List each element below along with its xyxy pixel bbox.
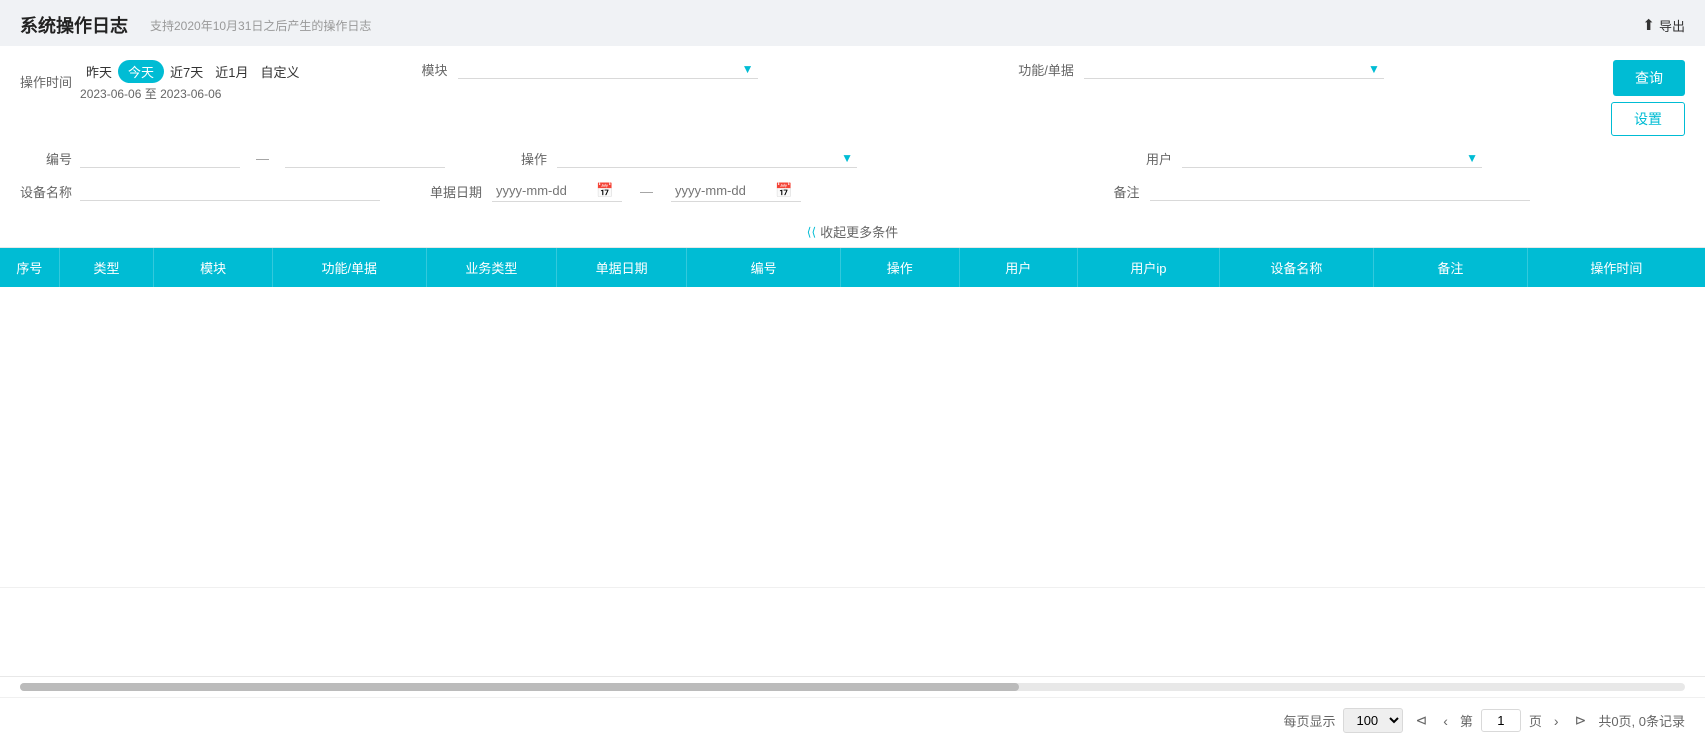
device-input[interactable]	[80, 181, 380, 201]
data-table: 序号 类型 模块 功能/单据 业务类型 单据日期 编号 操作 用户 用户ip 设…	[0, 248, 1705, 588]
page-subtitle: 支持2020年10月31日之后产生的操作日志	[150, 17, 371, 34]
date-to-wrap: 📅	[671, 180, 801, 202]
col-code: 编号	[687, 248, 841, 287]
func-filter: 功能/单据 ▼	[1018, 60, 1581, 79]
col-type: 类型	[59, 248, 154, 287]
pagination-area: 每页显示 100 50 200 ⊲ ‹ 第 页 › ⊳ 共0页, 0条记录	[0, 697, 1705, 743]
operation-arrow-icon: ▼	[841, 151, 853, 165]
date-to-input[interactable]	[675, 183, 775, 198]
col-biz-type: 业务类型	[426, 248, 556, 287]
col-seq: 序号	[0, 248, 59, 287]
module-arrow-icon: ▼	[742, 62, 754, 76]
time-filter-wrapper: 昨天 今天 近7天 近1月 自定义 2023-06-06 至 2023-06-0…	[80, 60, 306, 102]
time-btn-1month[interactable]: 近1月	[209, 60, 254, 83]
page-next-button[interactable]: ›	[1550, 711, 1563, 731]
date-dash: —	[640, 184, 653, 199]
export-icon: ⬆	[1642, 16, 1655, 34]
col-doc-date: 单据日期	[556, 248, 686, 287]
time-btn-today[interactable]: 今天	[118, 60, 164, 83]
code-dash: —	[256, 151, 269, 166]
scrollbar-thumb[interactable]	[20, 683, 1019, 691]
device-filter: 设备名称	[20, 181, 380, 201]
device-label: 设备名称	[20, 182, 72, 201]
time-range: 2023-06-06 至 2023-06-06	[80, 85, 306, 102]
remark-input[interactable]	[1150, 181, 1530, 201]
func-label: 功能/单据	[1018, 60, 1074, 79]
func-dropdown[interactable]: ▼	[1084, 60, 1384, 79]
user-filter: 用户 ▼	[1120, 149, 1685, 168]
table-container: 序号 类型 模块 功能/单据 业务类型 单据日期 编号 操作 用户 用户ip 设…	[0, 248, 1705, 676]
collapse-icon: ⟨⟨	[807, 225, 816, 239]
user-label: 用户	[1120, 149, 1172, 168]
table-empty-row	[0, 287, 1705, 587]
per-page-label: 每页显示	[1283, 711, 1335, 730]
remark-label: 备注	[1088, 182, 1140, 201]
col-device: 设备名称	[1219, 248, 1373, 287]
date-from-wrap: 📅	[492, 180, 622, 202]
export-button[interactable]: ⬆ 导出	[1642, 16, 1685, 35]
query-button[interactable]: 查询	[1613, 60, 1685, 96]
calendar-from-icon[interactable]: 📅	[596, 182, 613, 199]
user-arrow-icon: ▼	[1466, 151, 1478, 165]
per-page-select[interactable]: 100 50 200	[1343, 708, 1403, 733]
module-label: 模块	[396, 60, 448, 79]
operation-filter: 操作 ▼	[495, 149, 1060, 168]
col-remark: 备注	[1373, 248, 1527, 287]
action-buttons: 查询 设置	[1611, 60, 1685, 136]
col-operation: 操作	[841, 248, 959, 287]
collapse-bar[interactable]: ⟨⟨ 收起更多条件	[0, 216, 1705, 248]
scrollbar-track[interactable]	[20, 683, 1685, 691]
col-op-time: 操作时间	[1527, 248, 1705, 287]
page-header: 系统操作日志 支持2020年10月31日之后产生的操作日志 ⬆ 导出	[0, 0, 1705, 46]
page-suffix-label: 页	[1529, 711, 1542, 730]
time-btn-7days[interactable]: 近7天	[164, 60, 209, 83]
date-filter: 单据日期 📅 — 📅	[430, 180, 1028, 202]
page-prefix-label: 第	[1460, 711, 1473, 730]
time-btn-yesterday[interactable]: 昨天	[80, 60, 118, 83]
col-func: 功能/单据	[272, 248, 426, 287]
scrollbar-area	[0, 676, 1705, 697]
code-input-from[interactable]	[80, 148, 240, 168]
time-btn-custom[interactable]: 自定义	[255, 60, 306, 83]
table-empty-cell	[0, 287, 1705, 587]
col-user-ip: 用户ip	[1077, 248, 1219, 287]
col-user: 用户	[959, 248, 1077, 287]
filter-row-2: 编号 — 操作 ▼ 用户 ▼	[0, 136, 1705, 168]
export-label: 导出	[1659, 16, 1685, 35]
operation-label: 操作	[495, 149, 547, 168]
date-from-input[interactable]	[496, 183, 596, 198]
table-header: 序号 类型 模块 功能/单据 业务类型 单据日期 编号 操作 用户 用户ip 设…	[0, 248, 1705, 287]
filter-row-1: 操作时间 昨天 今天 近7天 近1月 自定义 2023-06-06 至 2023…	[0, 46, 1705, 136]
page-number-input[interactable]	[1481, 709, 1521, 732]
page-container: 系统操作日志 支持2020年10月31日之后产生的操作日志 ⬆ 导出 操作时间 …	[0, 0, 1705, 743]
time-label: 操作时间	[20, 72, 72, 91]
remark-filter: 备注	[1088, 181, 1686, 201]
module-dropdown[interactable]: ▼	[458, 60, 758, 79]
page-first-button[interactable]: ⊲	[1411, 710, 1431, 731]
code-label: 编号	[20, 149, 72, 168]
page-last-button[interactable]: ⊳	[1571, 710, 1591, 731]
func-arrow-icon: ▼	[1368, 62, 1380, 76]
page-title: 系统操作日志	[20, 12, 128, 38]
header-left: 系统操作日志 支持2020年10月31日之后产生的操作日志	[20, 12, 371, 38]
table-body	[0, 287, 1705, 587]
user-dropdown[interactable]: ▼	[1182, 149, 1482, 168]
code-input-to[interactable]	[285, 148, 445, 168]
page-prev-button[interactable]: ‹	[1439, 711, 1452, 731]
code-filter: 编号 —	[20, 148, 445, 168]
settings-button[interactable]: 设置	[1611, 102, 1685, 136]
calendar-to-icon[interactable]: 📅	[775, 182, 792, 199]
date-label: 单据日期	[430, 182, 482, 201]
total-info: 共0页, 0条记录	[1598, 711, 1685, 730]
col-module: 模块	[154, 248, 272, 287]
filter-section: 操作时间 昨天 今天 近7天 近1月 自定义 2023-06-06 至 2023…	[0, 46, 1705, 216]
module-filter: 模块 ▼	[396, 60, 959, 79]
filter-row-3: 设备名称 单据日期 📅 — 📅 备注	[0, 168, 1705, 216]
operation-dropdown[interactable]: ▼	[557, 149, 857, 168]
collapse-label: 收起更多条件	[820, 222, 898, 241]
table-header-row: 序号 类型 模块 功能/单据 业务类型 单据日期 编号 操作 用户 用户ip 设…	[0, 248, 1705, 287]
time-filter: 昨天 今天 近7天 近1月 自定义	[80, 60, 306, 83]
time-filter-item: 操作时间 昨天 今天 近7天 近1月 自定义 2023-06-06 至 2023…	[20, 60, 306, 102]
collapse-text: ⟨⟨ 收起更多条件	[807, 222, 898, 241]
